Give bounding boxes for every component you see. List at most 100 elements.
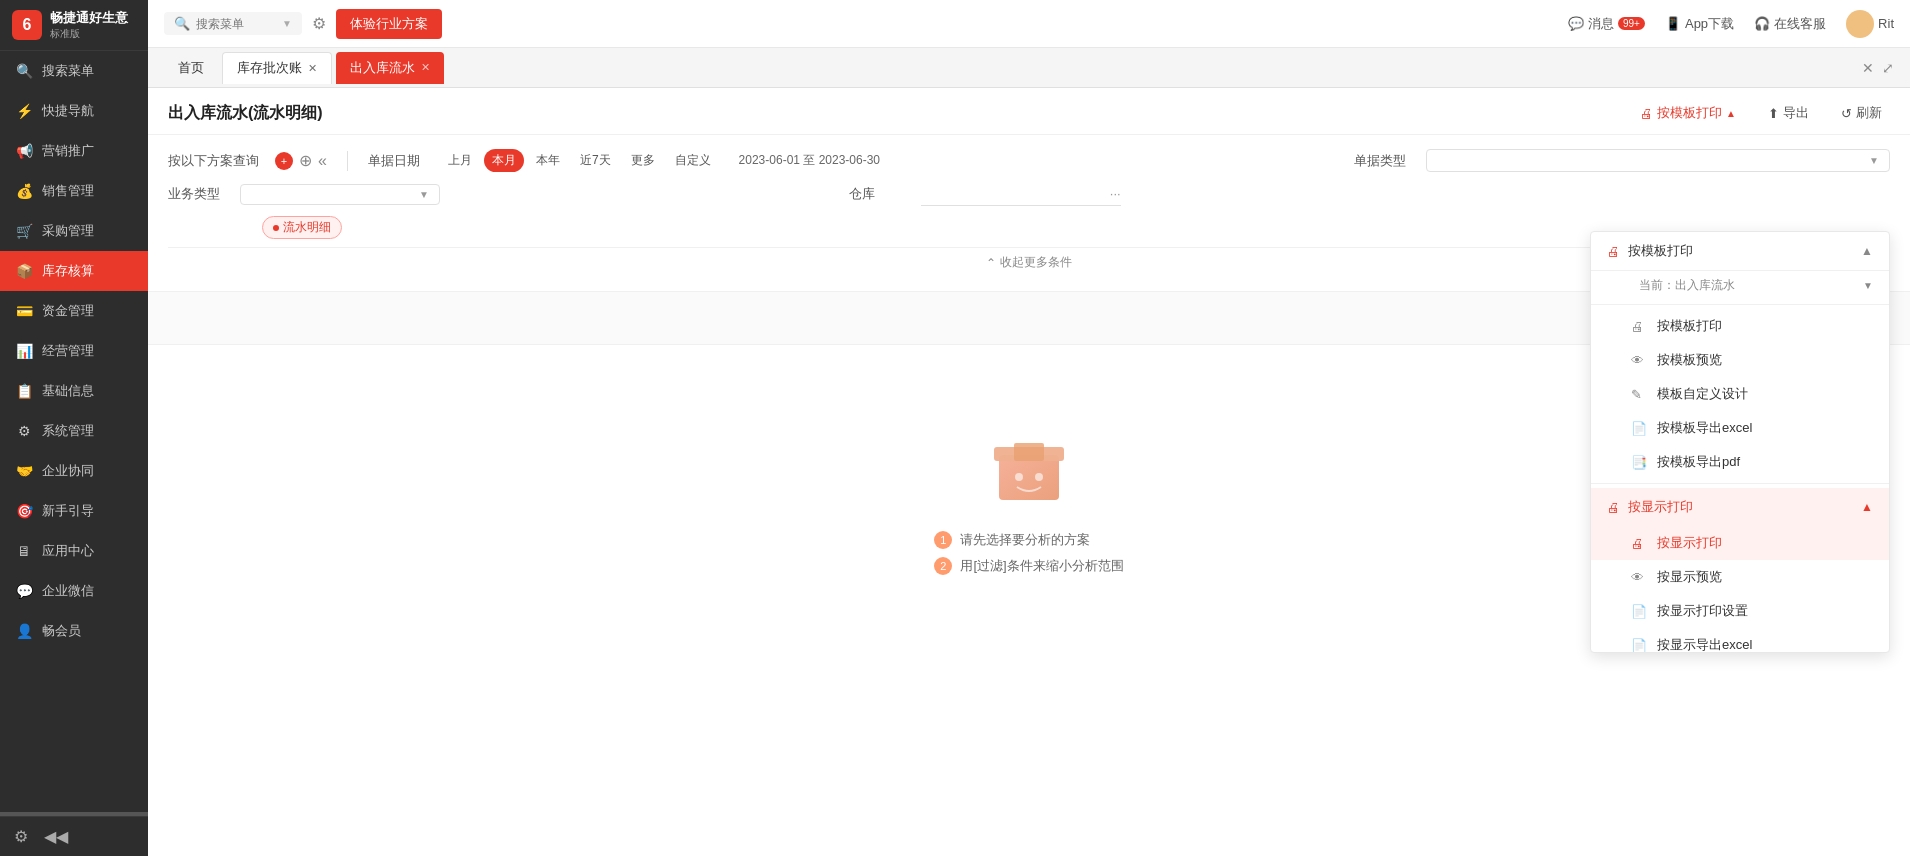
tab-inout-flow[interactable]: 出入库流水 ✕ <box>336 52 444 84</box>
template-preview-label: 按模板预览 <box>1657 351 1722 369</box>
display-print-label: 按显示打印 <box>1657 534 1722 552</box>
date-tab-7days[interactable]: 近7天 <box>572 149 619 172</box>
tab-close-inout-flow[interactable]: ✕ <box>421 61 430 74</box>
svg-point-3 <box>1015 473 1023 481</box>
warehouse-label: 仓库 <box>849 185 905 203</box>
dropdown-title: 按模板打印 <box>1628 242 1693 260</box>
close-tab-icon[interactable]: ✕ <box>1862 60 1874 76</box>
filter-add-actions: + ⊕ « <box>275 151 327 170</box>
refresh-icon: ↺ <box>1841 106 1852 121</box>
display-print-section-header[interactable]: 🖨 按显示打印 ▲ <box>1591 488 1889 526</box>
sidebar-item-quick-nav[interactable]: ⚡ 快捷导航 <box>0 91 148 131</box>
sidebar-item-finance[interactable]: 💳 资金管理 <box>0 291 148 331</box>
date-tab-current-month[interactable]: 本月 <box>484 149 524 172</box>
date-tab-year[interactable]: 本年 <box>528 149 568 172</box>
quick-filter-tag[interactable]: 流水明细 <box>262 216 342 239</box>
sidebar-item-purchase[interactable]: 🛒 采购管理 <box>0 211 148 251</box>
sidebar-item-wechat[interactable]: 💬 企业微信 <box>0 571 148 611</box>
search-icon: 🔍 <box>14 63 34 79</box>
svg-rect-2 <box>1014 443 1044 461</box>
display-settings-icon: 📄 <box>1631 604 1647 619</box>
date-tab-more[interactable]: 更多 <box>623 149 663 172</box>
current-label-text: 当前：出入库流水 <box>1639 277 1735 294</box>
warehouse-select[interactable]: ··· <box>921 182 1121 206</box>
template-export-excel-label: 按模板导出excel <box>1657 419 1752 437</box>
filter-settings-icon[interactable]: ⊕ <box>299 151 312 170</box>
display-export-excel-item[interactable]: 📄 按显示导出excel <box>1591 628 1889 652</box>
settings-bottom-icon[interactable]: ⚙ <box>14 827 28 846</box>
tab-close-inventory-batch[interactable]: ✕ <box>308 62 317 75</box>
topbar-gear-icon[interactable]: ⚙ <box>312 14 326 33</box>
filter-add-icon[interactable]: + <box>275 152 293 170</box>
display-print-item[interactable]: 🖨 按显示打印 <box>1591 526 1889 560</box>
sidebar-item-member[interactable]: 👤 畅会员 <box>0 611 148 651</box>
template-export-pdf-item[interactable]: 📑 按模板导出pdf <box>1591 445 1889 479</box>
template-preview-item[interactable]: 👁 按模板预览 <box>1591 343 1889 377</box>
template-print-item-1[interactable]: 🖨 按模板打印 <box>1591 309 1889 343</box>
display-print-settings-item[interactable]: 📄 按显示打印设置 <box>1591 594 1889 628</box>
tab-inventory-batch[interactable]: 库存批次账 ✕ <box>222 52 332 84</box>
template-export-pdf-label: 按模板导出pdf <box>1657 453 1740 471</box>
print-dropdown-icon: 🖨 <box>1607 244 1620 259</box>
sidebar-item-sales[interactable]: 💰 销售管理 <box>0 171 148 211</box>
empty-tip-1: 1 请先选择要分析的方案 <box>934 531 1123 549</box>
dropdown-header[interactable]: 🖨 按模板打印 ▲ <box>1591 232 1889 271</box>
trial-btn[interactable]: 体验行业方案 <box>336 9 442 39</box>
message-action[interactable]: 💬 消息 99+ <box>1568 15 1645 33</box>
date-tab-last-month[interactable]: 上月 <box>440 149 480 172</box>
online-service-label: 在线客服 <box>1774 15 1826 33</box>
topbar-search[interactable]: 🔍 ▼ <box>164 12 302 35</box>
export-btn[interactable]: ⬆ 导出 <box>1760 100 1817 126</box>
export-icon: ⬆ <box>1768 106 1779 121</box>
display-excel-icon: 📄 <box>1631 638 1647 653</box>
member-icon: 👤 <box>14 623 34 639</box>
filter-query-label: 按以下方案查询 <box>168 152 259 170</box>
print-btn[interactable]: 🖨 按模板打印 ▲ <box>1632 100 1744 126</box>
sidebar-item-basic-info[interactable]: 📋 基础信息 <box>0 371 148 411</box>
sidebar-item-marketing[interactable]: 📢 营销推广 <box>0 131 148 171</box>
sidebar-item-search[interactable]: 🔍 搜索菜单 <box>0 51 148 91</box>
svg-rect-0 <box>999 455 1059 500</box>
display-print-section-icon: 🖨 <box>1607 500 1620 515</box>
sidebar-item-guide[interactable]: 🎯 新手引导 <box>0 491 148 531</box>
template-custom-icon: ✎ <box>1631 387 1647 402</box>
refresh-label: 刷新 <box>1856 104 1882 122</box>
sidebar-item-enterprise[interactable]: 🤝 企业协同 <box>0 451 148 491</box>
app-download-icon: 📱 <box>1665 16 1681 31</box>
page-actions: 🖨 按模板打印 ▲ ⬆ 导出 ↺ 刷新 <box>1632 100 1890 126</box>
print-icon: 🖨 <box>1640 106 1653 121</box>
expand-tab-icon[interactable]: ⤢ <box>1882 60 1894 76</box>
sidebar-item-inventory[interactable]: 📦 库存核算 <box>0 251 148 291</box>
dropdown-arrow-icon: ▼ <box>282 18 292 29</box>
date-tab-custom[interactable]: 自定义 <box>667 149 719 172</box>
refresh-btn[interactable]: ↺ 刷新 <box>1833 100 1890 126</box>
sidebar-nav: 🔍 搜索菜单 ⚡ 快捷导航 📢 营销推广 💰 销售管理 🛒 采购管理 📦 库存核… <box>0 51 148 812</box>
online-service-action[interactable]: 🎧 在线客服 <box>1754 15 1826 33</box>
filter-collapse-icon[interactable]: « <box>318 152 327 170</box>
collapse-sidebar-icon[interactable]: ◀◀ <box>44 827 68 846</box>
current-label-row: 当前：出入库流水 ▼ <box>1591 271 1889 300</box>
app-download-label: App下载 <box>1685 15 1734 33</box>
username-label: Rit <box>1878 16 1894 31</box>
sidebar-item-app-center[interactable]: 🖥 应用中心 <box>0 531 148 571</box>
app-name: 畅捷通好生意 <box>50 10 128 27</box>
search-input[interactable] <box>196 17 276 31</box>
sidebar-item-system[interactable]: ⚙ 系统管理 <box>0 411 148 451</box>
dropdown-panel: 🖨 按模板打印 ▲ 当前：出入库流水 ▼ 🖨 按模板打印 <box>1590 231 1890 653</box>
topbar-search-icon: 🔍 <box>174 16 190 31</box>
template-preview-icon: 👁 <box>1631 353 1647 368</box>
bill-type-select[interactable]: ▼ <box>1426 149 1890 172</box>
quick-filter-label: 流水明细 <box>283 219 331 236</box>
system-icon: ⚙ <box>14 423 34 439</box>
tab-home[interactable]: 首页 <box>164 52 218 84</box>
user-avatar-action[interactable]: Rit <box>1846 10 1894 38</box>
main-content: 🔍 ▼ ⚙ 体验行业方案 💬 消息 99+ 📱 App下载 🎧 在线客服 R <box>148 0 1910 856</box>
template-export-excel-item[interactable]: 📄 按模板导出excel <box>1591 411 1889 445</box>
template-pdf-icon: 📑 <box>1631 455 1647 470</box>
app-download-action[interactable]: 📱 App下载 <box>1665 15 1734 33</box>
sidebar-item-operations[interactable]: 📊 经营管理 <box>0 331 148 371</box>
business-type-select[interactable]: ▼ <box>240 184 440 205</box>
dropdown-header-arrow: ▲ <box>1861 244 1873 258</box>
template-custom-item[interactable]: ✎ 模板自定义设计 <box>1591 377 1889 411</box>
display-preview-item[interactable]: 👁 按显示预览 <box>1591 560 1889 594</box>
